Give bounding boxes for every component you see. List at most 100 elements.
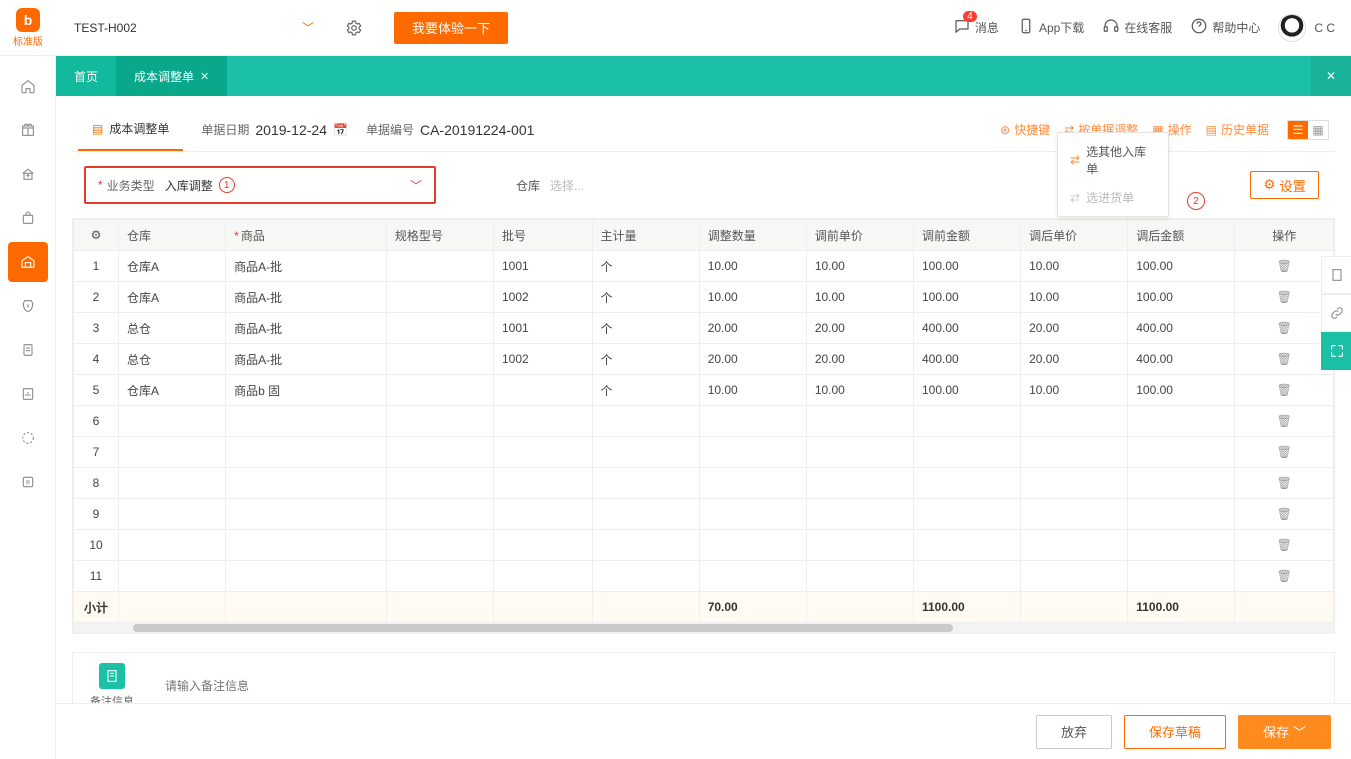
close-all-tabs[interactable]: ✕ bbox=[1311, 56, 1351, 96]
nav-warehouse-icon[interactable] bbox=[8, 242, 48, 282]
nav-home-icon[interactable] bbox=[8, 66, 48, 106]
delete-row-icon[interactable]: 🗑 bbox=[1235, 375, 1334, 406]
delete-row-icon[interactable]: 🗑 bbox=[1235, 468, 1334, 499]
delete-row-icon[interactable]: 🗑 bbox=[1235, 437, 1334, 468]
settings-button[interactable]: ⚙ 设置 bbox=[1250, 171, 1319, 199]
dropdown-item-purchase: ⇄选进货单 bbox=[1058, 183, 1168, 212]
rail-note-icon[interactable] bbox=[1321, 256, 1351, 294]
col-product: 商品 bbox=[226, 220, 387, 251]
bolt-icon: ⊛ bbox=[1000, 123, 1010, 137]
svg-text:¥: ¥ bbox=[26, 304, 29, 310]
bill-number: 单据编号 CA-20191224-001 bbox=[366, 121, 534, 138]
horizontal-scrollbar[interactable] bbox=[73, 623, 1334, 633]
right-rail bbox=[1321, 96, 1351, 370]
save-button[interactable]: 保存﹀ bbox=[1238, 715, 1331, 749]
discard-button[interactable]: 放弃 bbox=[1036, 715, 1112, 749]
col-post-price: 调后单价 bbox=[1021, 220, 1128, 251]
table-row[interactable]: 3总仓商品A-批1001个20.0020.00400.0020.00400.00… bbox=[74, 313, 1334, 344]
note-icon bbox=[99, 663, 125, 689]
bill-source-dropdown: ⇄选其他入库单 ⇄选进货单 bbox=[1057, 132, 1169, 217]
business-type-select[interactable]: * 业务类型 入库调整 1 ﹀ bbox=[84, 166, 436, 204]
delete-row-icon[interactable]: 🗑 bbox=[1235, 344, 1334, 375]
chevron-down-icon: ﹀ bbox=[410, 177, 422, 194]
nav-house-up-icon[interactable] bbox=[8, 154, 48, 194]
col-qty: 调整数量 bbox=[699, 220, 806, 251]
filter-row: * 业务类型 入库调整 1 ﹀ 仓库 选择... ⚙ 设置 2 ⇄选其他入库单 bbox=[72, 152, 1335, 218]
bill-date: 单据日期 2019-12-24 📅 bbox=[201, 121, 348, 138]
tab-bar: 首页 成本调整单 ✕ ✕ bbox=[56, 56, 1351, 96]
table-row[interactable]: 8🗑 bbox=[74, 468, 1334, 499]
logo-icon: b bbox=[16, 8, 40, 32]
top-header: b 标准版 TEST-H002 ﹀ 我要体验一下 消息 4 App下载 在线客服… bbox=[0, 0, 1351, 56]
phone-icon bbox=[1017, 17, 1035, 38]
delete-row-icon[interactable]: 🗑 bbox=[1235, 251, 1334, 282]
tab-cost-adjust[interactable]: 成本调整单 ✕ bbox=[116, 56, 227, 96]
col-batch: 批号 bbox=[493, 220, 592, 251]
delete-row-icon[interactable]: 🗑 bbox=[1235, 313, 1334, 344]
shortcut-link[interactable]: ⊛快捷键 bbox=[1000, 121, 1050, 138]
nav-money-icon[interactable]: ¥ bbox=[8, 286, 48, 326]
annotation-2: 2 bbox=[1187, 192, 1205, 210]
form-tab[interactable]: ▤ 成本调整单 bbox=[78, 108, 183, 151]
delete-row-icon[interactable]: 🗑 bbox=[1235, 282, 1334, 313]
col-settings-icon[interactable]: ⚙ bbox=[74, 220, 119, 251]
logo: b 标准版 bbox=[0, 8, 56, 48]
table-row[interactable]: 6🗑 bbox=[74, 406, 1334, 437]
gear-icon[interactable] bbox=[344, 18, 364, 38]
app-download-link[interactable]: App下载 bbox=[1017, 17, 1084, 38]
messages-link[interactable]: 消息 4 bbox=[953, 17, 999, 38]
nav-bag-icon[interactable] bbox=[8, 198, 48, 238]
table-row[interactable]: 2仓库A商品A-批1002个10.0010.00100.0010.00100.0… bbox=[74, 282, 1334, 313]
table-row[interactable]: 11🗑 bbox=[74, 561, 1334, 592]
tenant-select[interactable]: TEST-H002 ﹀ bbox=[64, 12, 324, 44]
col-unit: 主计量 bbox=[592, 220, 699, 251]
nav-sync-icon[interactable] bbox=[8, 418, 48, 458]
table-row[interactable]: 7🗑 bbox=[74, 437, 1334, 468]
save-draft-button[interactable]: 保存草稿 bbox=[1124, 715, 1226, 749]
nav-new-icon[interactable]: 新 bbox=[8, 462, 48, 502]
sidebar: ¥ 新 bbox=[0, 56, 56, 759]
customer-service-link[interactable]: 在线客服 bbox=[1102, 17, 1172, 38]
history-icon: ▤ bbox=[1206, 123, 1217, 137]
nav-report-icon[interactable] bbox=[8, 374, 48, 414]
col-pre-amt: 调前金额 bbox=[913, 220, 1020, 251]
help-icon bbox=[1190, 17, 1208, 38]
gear-icon: ⚙ bbox=[1263, 177, 1275, 193]
svg-text:新: 新 bbox=[25, 479, 30, 486]
nav-gift-icon[interactable] bbox=[8, 110, 48, 150]
tab-home[interactable]: 首页 bbox=[56, 56, 116, 96]
list-view-icon[interactable]: ☰ bbox=[1288, 121, 1308, 139]
doc-icon: ⇄ bbox=[1070, 153, 1080, 167]
delete-row-icon[interactable]: 🗑 bbox=[1235, 499, 1334, 530]
rail-link-icon[interactable] bbox=[1321, 294, 1351, 332]
table-row[interactable]: 10🗑 bbox=[74, 530, 1334, 561]
delete-row-icon[interactable]: 🗑 bbox=[1235, 561, 1334, 592]
messages-badge: 4 bbox=[963, 11, 977, 22]
nav-clipboard-icon[interactable] bbox=[8, 330, 48, 370]
tenant-name: TEST-H002 bbox=[74, 21, 137, 35]
calendar-icon[interactable]: 📅 bbox=[333, 123, 348, 137]
table-row[interactable]: 4总仓商品A-批1002个20.0020.00400.0020.00400.00… bbox=[74, 344, 1334, 375]
history-link[interactable]: ▤历史单据 bbox=[1206, 121, 1269, 138]
delete-row-icon[interactable]: 🗑 bbox=[1235, 530, 1334, 561]
col-op: 操作 bbox=[1235, 220, 1334, 251]
trial-button[interactable]: 我要体验一下 bbox=[394, 12, 508, 44]
rail-expand-icon[interactable] bbox=[1321, 332, 1351, 370]
col-spec: 规格型号 bbox=[386, 220, 493, 251]
help-link[interactable]: 帮助中心 bbox=[1190, 17, 1260, 38]
dropdown-item-other-in[interactable]: ⇄选其他入库单 bbox=[1058, 137, 1168, 183]
close-icon[interactable]: ✕ bbox=[200, 70, 209, 83]
col-warehouse: 仓库 bbox=[119, 220, 226, 251]
annotation-1: 1 bbox=[219, 177, 235, 193]
user-name[interactable]: C C bbox=[1314, 21, 1335, 35]
document-icon: ▤ bbox=[92, 122, 103, 136]
warehouse-select[interactable]: 仓库 选择... bbox=[516, 177, 584, 194]
table-row[interactable]: 1仓库A商品A-批1001个10.0010.00100.0010.00100.0… bbox=[74, 251, 1334, 282]
avatar[interactable] bbox=[1278, 14, 1306, 42]
delete-row-icon[interactable]: 🗑 bbox=[1235, 406, 1334, 437]
table-row[interactable]: 5仓库A商品b 固个10.0010.00100.0010.00100.00🗑 bbox=[74, 375, 1334, 406]
chevron-down-icon: ﹀ bbox=[1293, 722, 1306, 741]
items-table: ⚙ 仓库 商品 规格型号 批号 主计量 调整数量 调前单价 调前金额 调后单价 … bbox=[72, 218, 1335, 634]
table-row[interactable]: 9🗑 bbox=[74, 499, 1334, 530]
cs-label: 在线客服 bbox=[1124, 19, 1172, 36]
